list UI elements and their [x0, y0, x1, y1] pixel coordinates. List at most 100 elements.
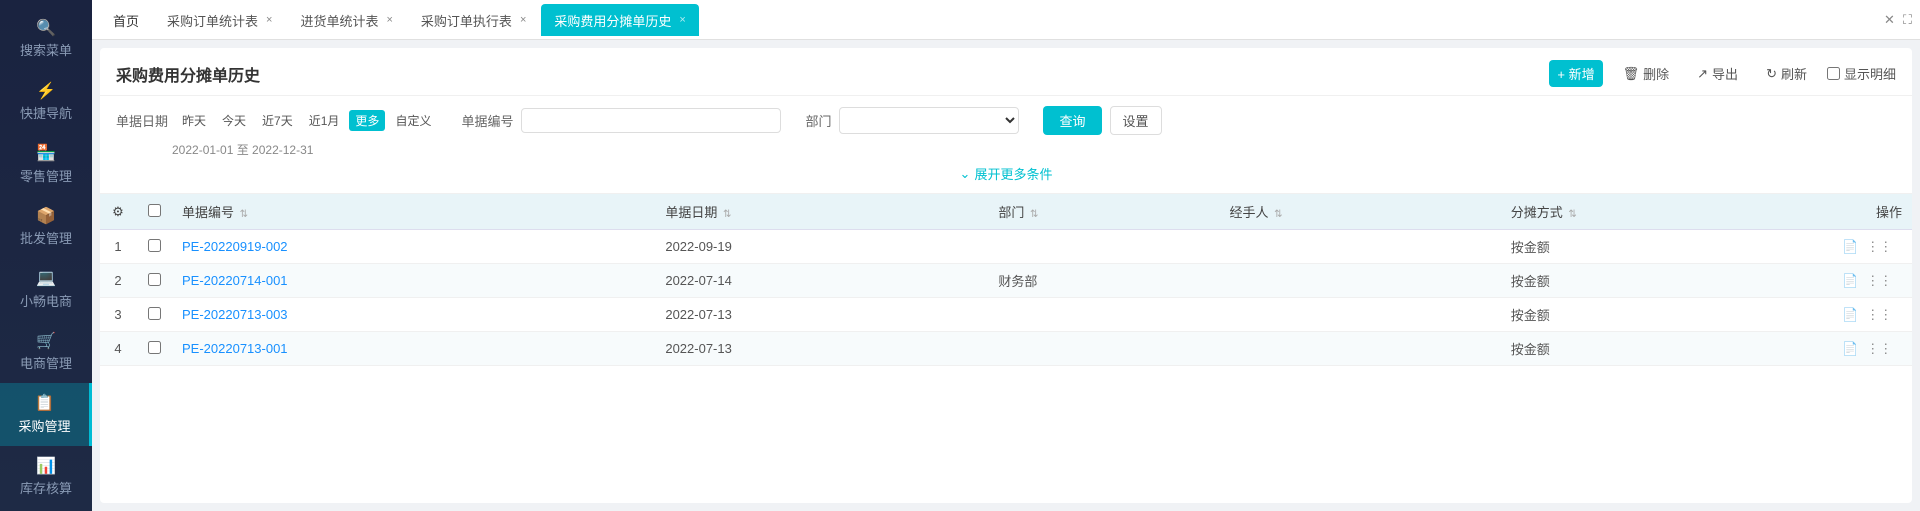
more-button[interactable]: ⋮⋮	[1866, 239, 1892, 255]
maximize-window-icon[interactable]: ⛶	[1903, 12, 1912, 28]
row-handler	[1220, 332, 1501, 366]
col-dept[interactable]: 部门 ⇅	[988, 194, 1219, 230]
col-settings[interactable]: ⚙	[100, 194, 136, 230]
close-window-icon[interactable]: ✕	[1884, 12, 1895, 28]
more-button[interactable]: ⋮⋮	[1866, 307, 1892, 323]
order-no-link[interactable]: PE-20220714-001	[182, 273, 288, 288]
sidebar-item-search-label: 搜索菜单	[4, 42, 88, 60]
tab-purchase-cost-history-close[interactable]: ×	[679, 14, 685, 26]
date-btn-7days[interactable]: 近7天	[256, 110, 299, 131]
show-columns-checkbox[interactable]	[1827, 67, 1840, 80]
refresh-button[interactable]: ↻ 刷新	[1758, 60, 1815, 87]
tab-purchase-order-stats[interactable]: 采购订单统计表 ×	[154, 4, 285, 36]
sidebar-item-wholesale-label: 批发管理	[4, 230, 88, 248]
sidebar-item-shortcut-label: 快捷导航	[4, 105, 88, 123]
expand-filter-button[interactable]: ⌄ 展开更多条件	[960, 164, 1053, 183]
row-method: 按金额	[1501, 264, 1832, 298]
row-checkbox[interactable]	[136, 264, 172, 298]
date-range-display: 2022-01-01 至 2022-12-31	[172, 143, 313, 157]
table-row: 1 PE-20220919-002 2022-09-19 按金额 📄 ⋮⋮	[100, 230, 1912, 264]
order-no-link[interactable]: PE-20220919-002	[182, 239, 288, 254]
order-no-filter-label: 单据编号	[461, 111, 513, 130]
row-date: 2022-07-13	[655, 332, 988, 366]
edit-button[interactable]: 📄	[1842, 239, 1858, 255]
sidebar-item-shortcut[interactable]: ⚡ 快捷导航	[0, 71, 92, 134]
table-row: 4 PE-20220713-001 2022-07-13 按金额 📄 ⋮⋮	[100, 332, 1912, 366]
purchase-icon: 📋	[4, 393, 85, 415]
row-dept: 财务部	[988, 264, 1219, 298]
delete-label: 删除	[1643, 64, 1669, 83]
order-no-input[interactable]	[521, 108, 781, 133]
column-settings-icon[interactable]: ⚙	[112, 204, 124, 219]
tab-purchase-cost-history[interactable]: 采购费用分摊单历史 ×	[541, 4, 698, 36]
sidebar-item-wholesale[interactable]: 📦 批发管理	[0, 196, 92, 259]
sort-dept-icon: ⇅	[1030, 209, 1038, 220]
tab-purchase-order-exec[interactable]: 采购订单执行表 ×	[408, 4, 539, 36]
sidebar-item-ecom-label: 电商管理	[4, 355, 88, 373]
add-button[interactable]: + 新增	[1549, 60, 1602, 87]
query-button[interactable]: 查询	[1043, 106, 1101, 135]
row-no: 4	[100, 332, 136, 366]
row-checkbox[interactable]	[136, 298, 172, 332]
col-method[interactable]: 分摊方式 ⇅	[1501, 194, 1832, 230]
col-date[interactable]: 单据日期 ⇅	[655, 194, 988, 230]
retail-icon: 🏪	[4, 143, 88, 165]
sort-order-no-icon: ⇅	[240, 209, 248, 220]
sidebar-item-retail[interactable]: 🏪 零售管理	[0, 133, 92, 196]
show-columns-toggle[interactable]: 显示明细	[1827, 64, 1896, 83]
table-row: 2 PE-20220714-001 2022-07-14 财务部 按金额 📄 ⋮…	[100, 264, 1912, 298]
order-no-link[interactable]: PE-20220713-001	[182, 341, 288, 356]
tab-stock-stats[interactable]: 进货单统计表 ×	[287, 4, 405, 36]
date-btn-custom[interactable]: 自定义	[389, 110, 437, 131]
sidebar-item-inventory[interactable]: 📊 库存核算	[0, 446, 92, 509]
tab-home[interactable]: 首页	[100, 4, 152, 36]
tab-window-actions: ✕ ⛶	[1884, 12, 1912, 28]
refresh-label: 刷新	[1781, 64, 1807, 83]
dept-filter-group: 部门	[805, 107, 1019, 134]
date-btn-yesterday[interactable]: 昨天	[176, 110, 212, 131]
edit-button[interactable]: 📄	[1842, 307, 1858, 323]
row-no: 1	[100, 230, 136, 264]
edit-button[interactable]: 📄	[1842, 341, 1858, 357]
row-actions: 📄 ⋮⋮	[1832, 298, 1912, 332]
table-row: 3 PE-20220713-003 2022-07-13 按金额 📄 ⋮⋮	[100, 298, 1912, 332]
date-shortcuts: 昨天 今天 近7天 近1月 更多 自定义	[176, 110, 437, 131]
expand-filter-label: 展开更多条件	[974, 164, 1052, 183]
sidebar-item-purchase[interactable]: 📋 采购管理	[0, 383, 92, 446]
sidebar-item-ecom[interactable]: 🛒 电商管理	[0, 321, 92, 384]
date-btn-today[interactable]: 今天	[216, 110, 252, 131]
sort-handler-icon: ⇅	[1274, 209, 1282, 220]
date-filter-label: 单据日期	[116, 111, 168, 130]
sidebar-item-ecom-light[interactable]: 💻 小畅电商	[0, 258, 92, 321]
select-all-checkbox[interactable]	[148, 204, 161, 217]
row-checkbox[interactable]	[136, 230, 172, 264]
tab-purchase-order-exec-close[interactable]: ×	[520, 14, 526, 26]
dept-select[interactable]	[839, 107, 1019, 134]
tab-bar: 首页 采购订单统计表 × 进货单统计表 × 采购订单执行表 × 采购费用分摊单历…	[92, 0, 1920, 40]
more-button[interactable]: ⋮⋮	[1866, 273, 1892, 289]
row-date: 2022-09-19	[655, 230, 988, 264]
filter-bar: 单据日期 昨天 今天 近7天 近1月 更多 自定义 单据编号	[100, 96, 1912, 194]
tab-stock-stats-close[interactable]: ×	[386, 14, 392, 26]
date-btn-more[interactable]: 更多	[349, 110, 385, 131]
more-button[interactable]: ⋮⋮	[1866, 341, 1892, 357]
row-actions: 📄 ⋮⋮	[1832, 264, 1912, 298]
col-handler[interactable]: 经手人 ⇅	[1220, 194, 1501, 230]
delete-button[interactable]: 🗑 删除	[1615, 60, 1678, 87]
tab-purchase-order-stats-close[interactable]: ×	[266, 14, 272, 26]
tab-purchase-cost-history-label: 采购费用分摊单历史	[554, 11, 671, 30]
settings-button[interactable]: 设置	[1110, 106, 1162, 135]
row-order-no: PE-20220714-001	[172, 264, 655, 298]
sidebar-item-search[interactable]: 🔍 搜索菜单	[0, 8, 92, 71]
col-order-no[interactable]: 单据编号 ⇅	[172, 194, 655, 230]
row-checkbox[interactable]	[136, 332, 172, 366]
export-icon: ↗	[1697, 66, 1708, 82]
export-button[interactable]: ↗ 导出	[1689, 60, 1746, 87]
wholesale-icon: 📦	[4, 206, 88, 228]
order-no-link[interactable]: PE-20220713-003	[182, 307, 288, 322]
filter-row-main: 单据日期 昨天 今天 近7天 近1月 更多 自定义 单据编号	[116, 106, 1896, 135]
date-btn-1month[interactable]: 近1月	[303, 110, 346, 131]
row-dept	[988, 332, 1219, 366]
edit-button[interactable]: 📄	[1842, 273, 1858, 289]
sort-date-icon: ⇅	[723, 209, 731, 220]
